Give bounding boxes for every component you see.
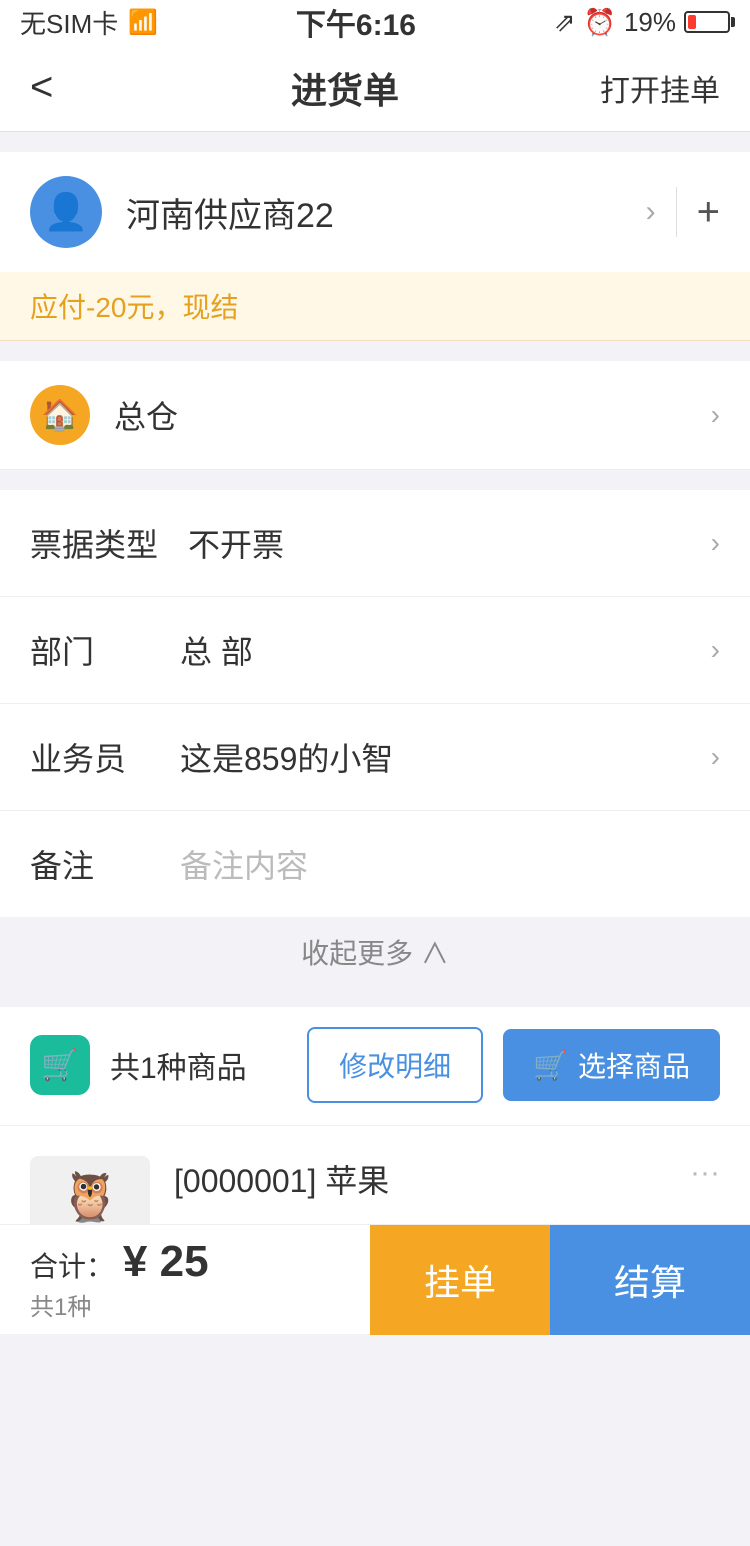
salesman-chevron-icon: › xyxy=(711,741,720,773)
invoice-type-value: 不开票 xyxy=(188,520,711,566)
salesman-value: 这是859的小智 xyxy=(180,734,711,780)
checkout-button[interactable]: 结算 xyxy=(550,1225,750,1335)
department-chevron-icon: › xyxy=(711,634,720,666)
product-name: [0000001] 苹果 xyxy=(174,1156,690,1202)
invoice-type-label: 票据类型 xyxy=(30,520,158,566)
more-button[interactable]: ··· xyxy=(690,1156,720,1190)
product-header: 🛒 共1种商品 修改明细 🛒 选择商品 xyxy=(0,1007,750,1123)
remark-row[interactable]: 备注 备注内容 xyxy=(0,811,750,917)
select-product-button[interactable]: 🛒 选择商品 xyxy=(503,1029,720,1101)
remark-placeholder: 备注内容 xyxy=(180,841,720,887)
total-amount: ¥ 25 xyxy=(123,1237,209,1286)
supplier-name: 河南供应商22 xyxy=(126,188,646,237)
add-supplier-button[interactable]: + xyxy=(697,190,720,235)
select-label: 选择商品 xyxy=(578,1045,690,1085)
collapse-toggle[interactable]: 收起更多 ∧ xyxy=(0,917,750,987)
salesman-label: 业务员 xyxy=(30,734,150,780)
wifi-icon: 📶 xyxy=(128,8,158,37)
status-time: 下午6:16 xyxy=(296,0,416,44)
warehouse-chevron-icon: › xyxy=(711,399,720,431)
status-left: 无SIM卡 📶 xyxy=(20,4,158,41)
location-icon: ⇗ xyxy=(554,7,576,38)
product-icon: 🛒 xyxy=(30,1035,90,1095)
total-label: 合计： xyxy=(30,1251,114,1282)
warehouse-name: 总仓 xyxy=(114,392,711,438)
hang-button[interactable]: 挂单 xyxy=(370,1225,550,1335)
total-count: 共1种 xyxy=(30,1287,340,1322)
supplier-section: 👤 河南供应商22 › + 应付-20元，现结 xyxy=(0,152,750,341)
carrier-label: 无SIM卡 xyxy=(20,4,118,41)
bag-icon: 🛒 xyxy=(41,1048,78,1083)
form-section: 票据类型 不开票 › 部门 总 部 › 业务员 这是859的小智 › 备注 备注… xyxy=(0,490,750,917)
owl-icon: 🦉 xyxy=(60,1174,120,1222)
product-title: 苹果 xyxy=(325,1163,389,1199)
battery-icon xyxy=(684,11,730,33)
invoice-type-chevron-icon: › xyxy=(711,527,720,559)
battery-percent: 19% xyxy=(624,7,676,38)
warehouse-section: 🏠 总仓 › xyxy=(0,361,750,470)
remark-label: 备注 xyxy=(30,841,150,887)
select-icon: 🛒 xyxy=(533,1049,568,1082)
status-right: ⇗ ⏰ 19% xyxy=(554,7,730,38)
department-row[interactable]: 部门 总 部 › xyxy=(0,597,750,704)
notice-bar: 应付-20元，现结 xyxy=(0,272,750,341)
modify-detail-button[interactable]: 修改明细 xyxy=(307,1027,483,1103)
divider xyxy=(676,187,677,237)
total-section: 合计： ¥ 25 共1种 xyxy=(0,1237,370,1322)
product-count: 共1种商品 xyxy=(110,1043,307,1087)
department-value: 总 部 xyxy=(180,627,711,673)
product-code: [0000001] xyxy=(174,1163,316,1199)
gap-2 xyxy=(0,341,750,361)
gap-3 xyxy=(0,470,750,490)
supplier-chevron-icon: › xyxy=(646,195,656,229)
alarm-icon: ⏰ xyxy=(584,7,616,38)
nav-bar: < 进货单 打开挂单 xyxy=(0,44,750,132)
gap-4 xyxy=(0,987,750,1007)
department-label: 部门 xyxy=(30,627,150,673)
gap-1 xyxy=(0,132,750,152)
page-title: 进货单 xyxy=(291,62,399,114)
back-button[interactable]: < xyxy=(30,65,90,110)
invoice-type-row[interactable]: 票据类型 不开票 › xyxy=(0,490,750,597)
total-row: 合计： ¥ 25 xyxy=(30,1237,340,1287)
warehouse-icon: 🏠 xyxy=(30,385,90,445)
bottom-bar: 合计： ¥ 25 共1种 挂单 结算 xyxy=(0,1224,750,1334)
salesman-row[interactable]: 业务员 这是859的小智 › xyxy=(0,704,750,811)
avatar-icon: 👤 xyxy=(44,191,89,233)
supplier-row[interactable]: 👤 河南供应商22 › + xyxy=(0,152,750,272)
supplier-avatar: 👤 xyxy=(30,176,102,248)
status-bar: 无SIM卡 📶 下午6:16 ⇗ ⏰ 19% xyxy=(0,0,750,44)
open-hang-button[interactable]: 打开挂单 xyxy=(600,66,720,110)
warehouse-row[interactable]: 🏠 总仓 › xyxy=(0,361,750,470)
